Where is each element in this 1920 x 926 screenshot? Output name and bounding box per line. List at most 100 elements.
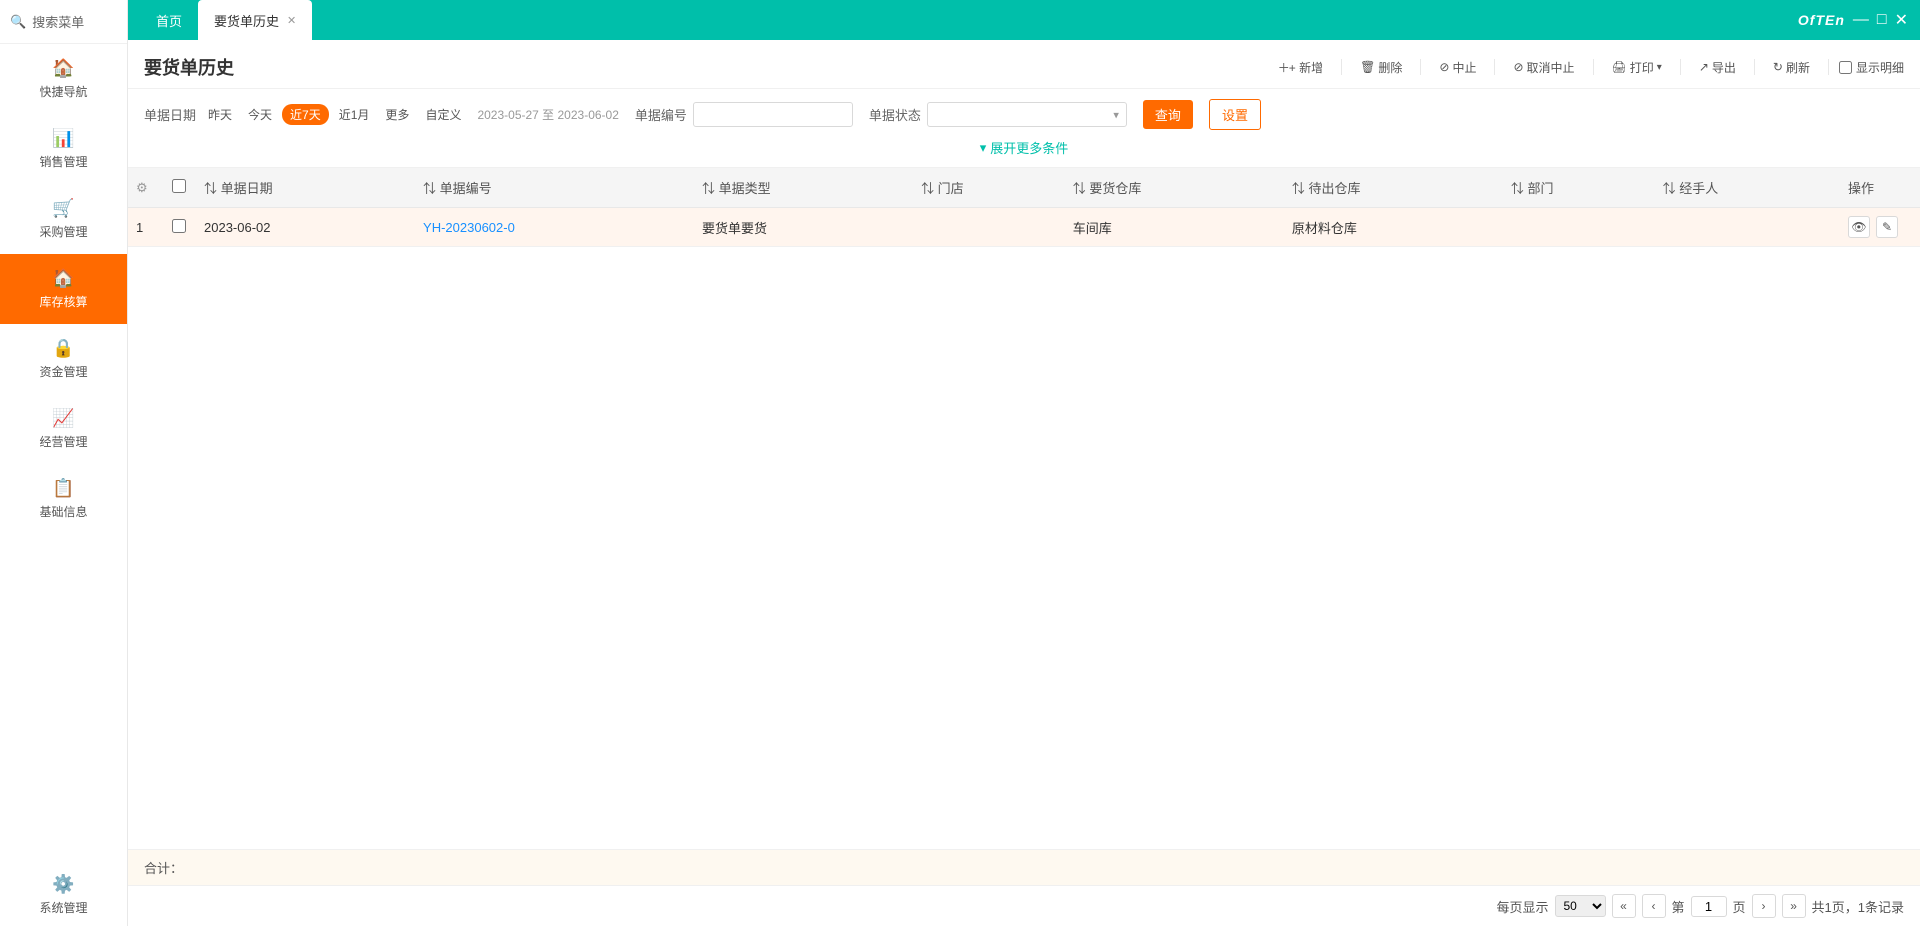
tab-history[interactable]: 要货单历史 ✕ [198, 0, 312, 40]
date-btn-more[interactable]: 更多 [379, 104, 415, 125]
sidebar-item-label: 系统管理 [39, 899, 87, 916]
sidebar-search[interactable]: 🔍 搜索菜单 [0, 0, 127, 44]
date-filter: 单据日期 昨天 今天 近7天 近1月 更多 自定义 2023-05-27 至 2… [144, 104, 619, 125]
window-max-icon[interactable]: □ [1877, 11, 1887, 29]
divider [1828, 59, 1829, 75]
first-page-button[interactable]: « [1612, 894, 1636, 918]
row-bill-type: 要货单要货 [694, 208, 913, 247]
date-btn-yesterday[interactable]: 昨天 [202, 104, 238, 125]
col-bill-no: ⇅ 单据编号 [415, 168, 694, 208]
system-icon: ⚙️ [52, 874, 74, 895]
col-req-warehouse: ⇅ 要货仓库 [1065, 168, 1284, 208]
sales-icon: 📊 [52, 128, 74, 149]
divider [1754, 59, 1755, 75]
tab-home[interactable]: 首页 [140, 0, 198, 40]
edit-button[interactable]: ✎ [1876, 216, 1898, 238]
col-ops-label: 操作 [1848, 181, 1874, 196]
page-size-select[interactable]: 10 20 50 100 [1555, 895, 1606, 917]
date-filter-label: 单据日期 [144, 105, 196, 124]
finance-icon: 🔒 [52, 338, 74, 359]
divider [1680, 59, 1681, 75]
col-bill-no-label: ⇅ 单据编号 [423, 181, 492, 196]
stop-button[interactable]: ⊘ 中止 [1431, 55, 1484, 80]
print-dropdown-icon: ▾ [1657, 62, 1662, 73]
window-close-icon[interactable]: ✕ [1895, 10, 1908, 30]
display-detail-toggle[interactable]: 显示明细 [1839, 59, 1904, 76]
sidebar-item-purchase[interactable]: 🛒 采购管理 [0, 184, 127, 254]
bill-no-input[interactable] [693, 102, 853, 127]
refresh-button[interactable]: ↻ 刷新 [1765, 55, 1818, 80]
row-checkbox[interactable] [172, 219, 186, 233]
date-btn-1month[interactable]: 近1月 [333, 104, 376, 125]
select-all-checkbox[interactable] [172, 179, 186, 193]
footer-label: 合计： [144, 861, 183, 876]
table-settings-icon[interactable]: ⚙ [136, 180, 148, 195]
col-store: ⇅ 门店 [913, 168, 1065, 208]
table-row: 1 2023-06-02 YH-20230602-0 要货单要货 车间库 原材料… [128, 208, 1920, 247]
pagination: 每页显示 10 20 50 100 « ‹ 第 页 › » 共1页，1条记录 [128, 885, 1920, 926]
sidebar-item-label: 基础信息 [39, 503, 87, 520]
page-label: 第 [1672, 897, 1685, 916]
export-button[interactable]: ↗ 导出 [1691, 55, 1744, 80]
expand-more-btn[interactable]: ▾ 展开更多条件 [144, 138, 1904, 157]
sidebar-item-operations[interactable]: 📈 经营管理 [0, 394, 127, 464]
search-button[interactable]: 查询 [1143, 100, 1193, 129]
date-btn-7days[interactable]: 近7天 [282, 104, 329, 125]
view-button[interactable]: 👁 [1848, 216, 1870, 238]
delete-button[interactable]: 🗑 删除 [1352, 55, 1410, 80]
data-table: ⚙ ⇅ 单据日期 ⇅ 单据编号 ⇅ 单据类型 [128, 168, 1920, 247]
quick-nav-icon: 🏠 [52, 58, 74, 79]
row-bill-no: YH-20230602-0 [415, 208, 694, 247]
sidebar-item-sales[interactable]: 📊 销售管理 [0, 114, 127, 184]
cancel-stop-button[interactable]: ⊘ 取消中止 [1505, 55, 1582, 80]
divider [1341, 59, 1342, 75]
col-bill-type-label: ⇅ 单据类型 [702, 181, 771, 196]
main-area: 首页 要货单历史 ✕ OfTEn — □ ✕ 要货单历史 ＋ + 新增 🗑 [128, 0, 1920, 926]
row-ops: 👁 ✎ [1840, 208, 1920, 247]
divider [1593, 59, 1594, 75]
sidebar-item-label: 经营管理 [39, 433, 87, 450]
print-button[interactable]: 🖨 打印 ▾ [1604, 55, 1670, 80]
sidebar-item-basic[interactable]: 📋 基础信息 [0, 464, 127, 534]
bill-no-filter: 单据编号 [635, 102, 853, 127]
cancel-stop-icon: ⊘ [1513, 60, 1523, 74]
date-btn-custom[interactable]: 自定义 [419, 104, 467, 125]
divider [1420, 59, 1421, 75]
page-title: 要货单历史 [144, 54, 234, 80]
sidebar-item-label: 快捷导航 [39, 83, 87, 100]
date-filter-options: 昨天 今天 近7天 近1月 更多 自定义 [202, 104, 467, 125]
sidebar-item-inventory[interactable]: 🏠 库存核算 [0, 254, 127, 324]
display-detail-checkbox[interactable] [1839, 61, 1852, 74]
col-bill-type: ⇅ 单据类型 [694, 168, 913, 208]
expand-label: 展开更多条件 [990, 138, 1068, 157]
total-info: 共1页，1条记录 [1812, 897, 1904, 916]
prev-page-button[interactable]: ‹ [1642, 894, 1666, 918]
sidebar-item-label: 销售管理 [39, 153, 87, 170]
window-min-icon[interactable]: — [1853, 11, 1869, 29]
sidebar-item-finance[interactable]: 🔒 资金管理 [0, 324, 127, 394]
bill-status-select[interactable] [927, 102, 1127, 127]
next-page-button[interactable]: › [1752, 894, 1776, 918]
page-number-input[interactable] [1691, 896, 1727, 917]
tab-close-icon[interactable]: ✕ [287, 14, 296, 27]
row-checkbox-cell [164, 208, 196, 247]
date-btn-today[interactable]: 今天 [242, 104, 278, 125]
sidebar-item-quick-nav[interactable]: 🏠 快捷导航 [0, 44, 127, 114]
operations-icon: 📈 [52, 408, 74, 429]
page-header: 要货单历史 ＋ + 新增 🗑 删除 ⊘ 中止 ⊘ [128, 40, 1920, 89]
display-detail-label: 显示明细 [1856, 59, 1904, 76]
sidebar-item-system[interactable]: ⚙️ 系统管理 [0, 860, 127, 926]
last-page-button[interactable]: » [1782, 894, 1806, 918]
divider [1494, 59, 1495, 75]
bill-no-link[interactable]: YH-20230602-0 [423, 220, 515, 235]
bill-no-label: 单据编号 [635, 105, 687, 124]
settings-button[interactable]: 设置 [1209, 99, 1261, 130]
topnav-right: OfTEn — □ ✕ [1798, 10, 1908, 30]
new-button[interactable]: ＋ + 新增 [1270, 55, 1331, 80]
delete-icon: 🗑 [1360, 60, 1375, 74]
bill-status-filter: 单据状态 [869, 102, 1127, 127]
col-checkbox [164, 168, 196, 208]
page-suffix: 页 [1733, 897, 1746, 916]
sidebar-item-label: 采购管理 [39, 223, 87, 240]
filter-bar: 单据日期 昨天 今天 近7天 近1月 更多 自定义 2023-05-27 至 2… [128, 89, 1920, 168]
